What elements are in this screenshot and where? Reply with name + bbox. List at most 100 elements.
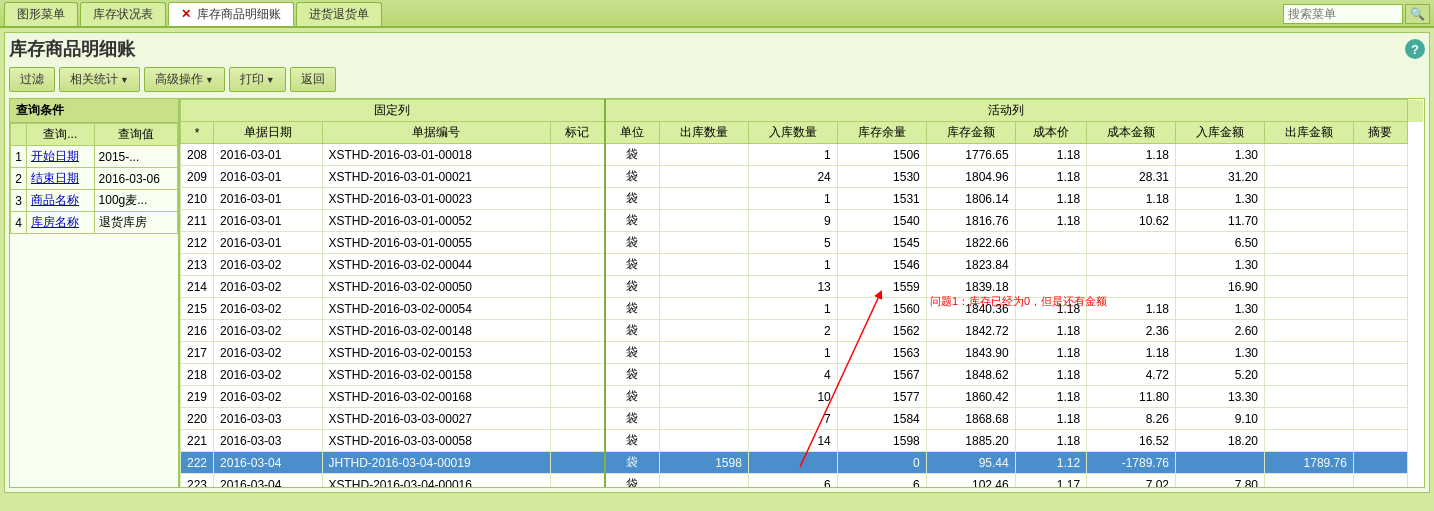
- query-row[interactable]: 3 商品名称 100g麦...: [11, 190, 178, 212]
- cell-1: 2016-03-01: [214, 144, 322, 166]
- table-row[interactable]: 2122016-03-01XSTHD-2016-03-01-00055袋5154…: [181, 232, 1424, 254]
- cell-11: 18.20: [1176, 430, 1265, 452]
- cell-11: 16.90: [1176, 276, 1265, 298]
- tab-close-icon[interactable]: ✕: [181, 7, 191, 21]
- tab-graphic-menu[interactable]: 图形菜单: [4, 2, 78, 26]
- cell-9: 1.18: [1015, 386, 1086, 408]
- query-row[interactable]: 2 结束日期 2016-03-06: [11, 168, 178, 190]
- table-row[interactable]: 2222016-03-04JHTHD-2016-03-04-00019袋1598…: [181, 452, 1424, 474]
- cell-4: 袋: [605, 364, 660, 386]
- cell-2: XSTHD-2016-03-02-00158: [322, 364, 550, 386]
- cell-10: 4.72: [1087, 364, 1176, 386]
- top-search-area: 🔍: [1283, 4, 1430, 24]
- cell-9: 1.18: [1015, 364, 1086, 386]
- help-icon[interactable]: ?: [1405, 39, 1425, 59]
- cell-11: [1176, 452, 1265, 474]
- cell-8: 102.46: [926, 474, 1015, 488]
- cell-2: XSTHD-2016-03-01-00021: [322, 166, 550, 188]
- col-header-12: 出库金额: [1264, 122, 1353, 144]
- cell-7: 1546: [837, 254, 926, 276]
- cell-7: 6: [837, 474, 926, 488]
- cell-3: [550, 408, 605, 430]
- table-row[interactable]: 2212016-03-03XSTHD-2016-03-03-00058袋1415…: [181, 430, 1424, 452]
- cell-7: 1559: [837, 276, 926, 298]
- stats-button[interactable]: 相关统计 ▼: [59, 67, 140, 92]
- tab-label: 库存商品明细账: [197, 6, 281, 23]
- cell-8: 95.44: [926, 452, 1015, 474]
- cell-12: [1264, 298, 1353, 320]
- cell-7: 1531: [837, 188, 926, 210]
- query-row[interactable]: 1 开始日期 2015-...: [11, 146, 178, 168]
- tab-label: 进货退货单: [309, 6, 369, 23]
- tab-inventory-detail[interactable]: ✕ 库存商品明细账: [168, 2, 294, 26]
- cell-0: 223: [181, 474, 214, 488]
- cell-0: 216: [181, 320, 214, 342]
- cell-0: 212: [181, 232, 214, 254]
- table-row[interactable]: 2092016-03-01XSTHD-2016-03-01-00021袋2415…: [181, 166, 1424, 188]
- cell-13: [1353, 144, 1407, 166]
- cell-13: [1353, 408, 1407, 430]
- filter-button[interactable]: 过滤: [9, 67, 55, 92]
- cell-1: 2016-03-02: [214, 342, 322, 364]
- tab-inventory-status[interactable]: 库存状况表: [80, 2, 166, 26]
- cell-8: 1842.72: [926, 320, 1015, 342]
- table-row[interactable]: 2202016-03-03XSTHD-2016-03-03-00027袋7158…: [181, 408, 1424, 430]
- cell-12: [1264, 232, 1353, 254]
- cell-10: 8.26: [1087, 408, 1176, 430]
- table-row[interactable]: 2172016-03-02XSTHD-2016-03-02-00153袋1156…: [181, 342, 1424, 364]
- table-row[interactable]: 2132016-03-02XSTHD-2016-03-02-00044袋1154…: [181, 254, 1424, 276]
- query-col-key[interactable]: 查询...: [27, 124, 95, 146]
- query-row-key[interactable]: 开始日期: [27, 146, 95, 168]
- cell-3: [550, 342, 605, 364]
- cell-4: 袋: [605, 210, 660, 232]
- cell-13: [1353, 364, 1407, 386]
- cell-6: 1: [748, 342, 837, 364]
- cell-13: [1353, 452, 1407, 474]
- query-row-key[interactable]: 商品名称: [27, 190, 95, 212]
- query-row[interactable]: 4 库房名称 退货库房: [11, 212, 178, 234]
- cell-4: 袋: [605, 320, 660, 342]
- cell-0: 208: [181, 144, 214, 166]
- search-input[interactable]: [1283, 4, 1403, 24]
- back-button[interactable]: 返回: [290, 67, 336, 92]
- table-row[interactable]: 2102016-03-01XSTHD-2016-03-01-00023袋1153…: [181, 188, 1424, 210]
- table-row[interactable]: 2112016-03-01XSTHD-2016-03-01-00052袋9154…: [181, 210, 1424, 232]
- cell-4: 袋: [605, 342, 660, 364]
- cell-7: 1545: [837, 232, 926, 254]
- table-row[interactable]: 2142016-03-02XSTHD-2016-03-02-00050袋1315…: [181, 276, 1424, 298]
- cell-9: 1.12: [1015, 452, 1086, 474]
- data-table-container[interactable]: 固定列 活动列 *单据日期单据编号标记单位出库数量入库数量库存余量库存金额成本价…: [180, 99, 1424, 487]
- page-title-bar: 库存商品明细账 ?: [9, 37, 1425, 61]
- cell-3: [550, 276, 605, 298]
- cell-10: 1.18: [1087, 188, 1176, 210]
- cell-13: [1353, 342, 1407, 364]
- cell-12: [1264, 144, 1353, 166]
- table-row[interactable]: 2232016-03-04XSTHD-2016-03-04-00016袋6610…: [181, 474, 1424, 488]
- table-row[interactable]: 2162016-03-02XSTHD-2016-03-02-00148袋2156…: [181, 320, 1424, 342]
- advanced-button[interactable]: 高级操作 ▼: [144, 67, 225, 92]
- table-row[interactable]: 2182016-03-02XSTHD-2016-03-02-00158袋4156…: [181, 364, 1424, 386]
- cell-10: 10.62: [1087, 210, 1176, 232]
- print-button[interactable]: 打印 ▼: [229, 67, 286, 92]
- query-col-value: 查询值: [94, 124, 177, 146]
- query-row-key[interactable]: 库房名称: [27, 212, 95, 234]
- cell-2: JHTHD-2016-03-04-00019: [322, 452, 550, 474]
- query-row-key[interactable]: 结束日期: [27, 168, 95, 190]
- col-header-10: 成本金额: [1087, 122, 1176, 144]
- cell-13: [1353, 188, 1407, 210]
- cell-1: 2016-03-03: [214, 430, 322, 452]
- cell-10: -1789.76: [1087, 452, 1176, 474]
- cell-13: [1353, 430, 1407, 452]
- query-row-no: 3: [11, 190, 27, 212]
- cell-9: 1.18: [1015, 430, 1086, 452]
- search-button[interactable]: 🔍: [1405, 4, 1430, 24]
- query-col-no: [11, 124, 27, 146]
- cell-3: [550, 166, 605, 188]
- cell-12: [1264, 342, 1353, 364]
- cell-11: 6.50: [1176, 232, 1265, 254]
- tab-purchase-return[interactable]: 进货退货单: [296, 2, 382, 26]
- table-row[interactable]: 2152016-03-02XSTHD-2016-03-02-00054袋1156…: [181, 298, 1424, 320]
- cell-6: 9: [748, 210, 837, 232]
- table-row[interactable]: 2192016-03-02XSTHD-2016-03-02-00168袋1015…: [181, 386, 1424, 408]
- table-row[interactable]: 2082016-03-01XSTHD-2016-03-01-00018袋1150…: [181, 144, 1424, 166]
